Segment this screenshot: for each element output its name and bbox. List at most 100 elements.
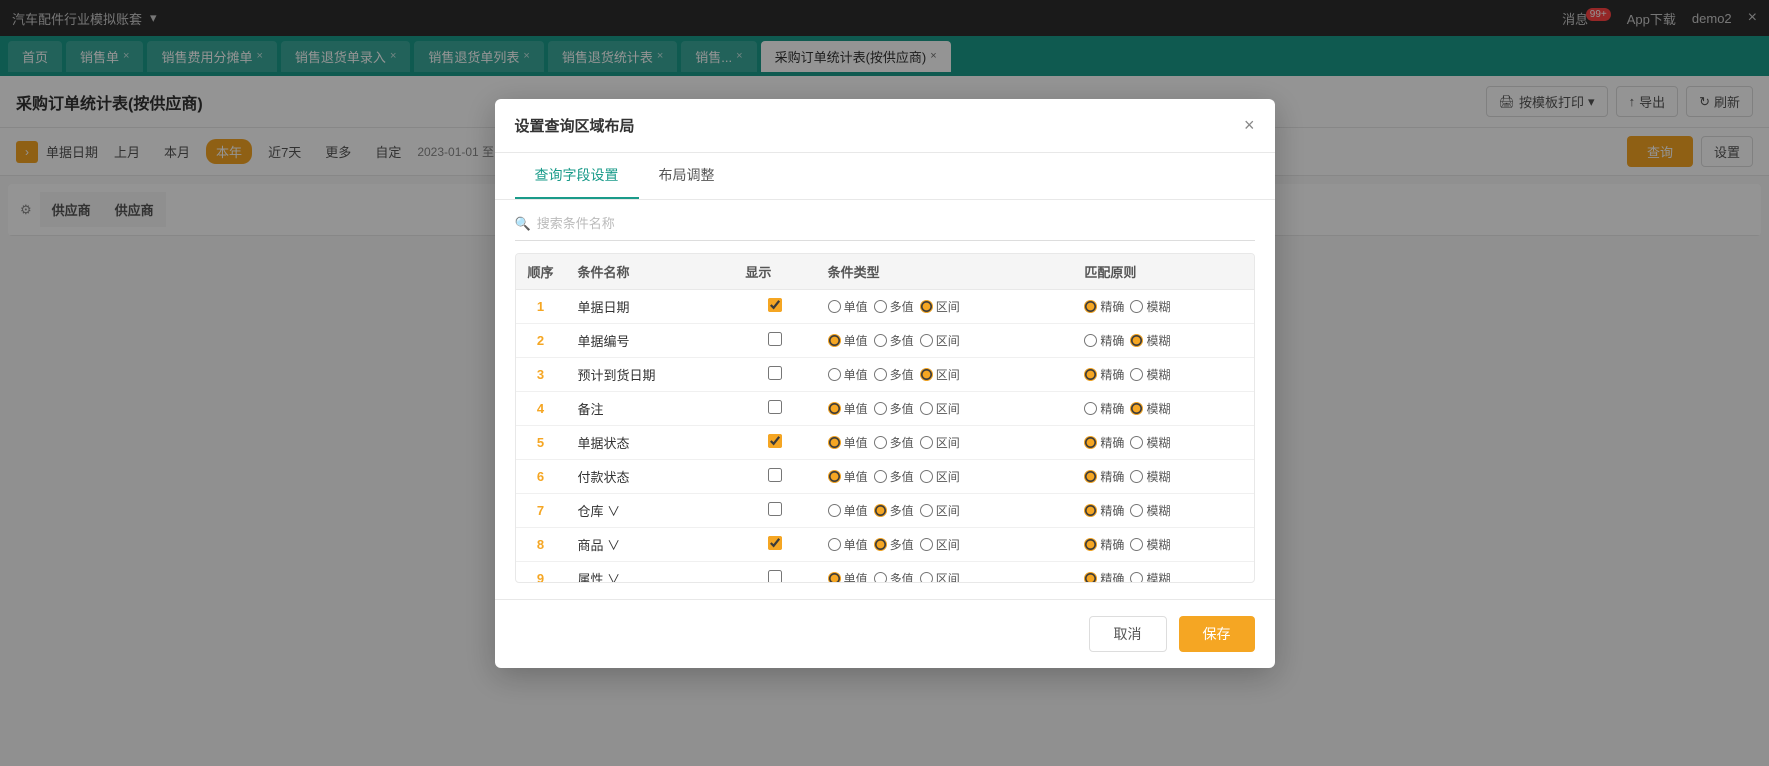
type-radio-label[interactable]: 多值 (874, 570, 914, 583)
display-checkbox[interactable] (768, 366, 782, 380)
save-button[interactable]: 保存 (1179, 616, 1255, 652)
match-radio[interactable] (1130, 402, 1143, 415)
type-radio[interactable] (920, 368, 933, 381)
row-display[interactable] (733, 493, 815, 527)
display-checkbox[interactable] (768, 434, 782, 448)
display-checkbox[interactable] (768, 468, 782, 482)
match-radio[interactable] (1084, 470, 1097, 483)
type-radio-label[interactable]: 多值 (874, 298, 914, 315)
match-radio-label[interactable]: 模糊 (1130, 366, 1170, 383)
match-radio[interactable] (1130, 470, 1143, 483)
match-radio[interactable] (1084, 368, 1097, 381)
match-radio-label[interactable]: 精确 (1084, 332, 1124, 349)
type-radio-label[interactable]: 区间 (920, 366, 960, 383)
type-radio[interactable] (920, 402, 933, 415)
row-display[interactable] (733, 527, 815, 561)
cancel-button[interactable]: 取消 (1089, 616, 1167, 652)
type-radio-label[interactable]: 区间 (920, 468, 960, 485)
match-radio-label[interactable]: 模糊 (1130, 570, 1170, 583)
type-radio-label[interactable]: 多值 (874, 332, 914, 349)
display-checkbox[interactable] (768, 298, 782, 312)
match-radio-label[interactable]: 精确 (1084, 502, 1124, 519)
match-radio-label[interactable]: 模糊 (1130, 468, 1170, 485)
match-radio[interactable] (1084, 504, 1097, 517)
match-radio-label[interactable]: 模糊 (1130, 298, 1170, 315)
type-radio[interactable] (874, 538, 887, 551)
match-radio[interactable] (1084, 538, 1097, 551)
type-radio[interactable] (920, 470, 933, 483)
type-radio-label[interactable]: 单值 (828, 502, 868, 519)
row-type[interactable]: 单值多值区间 (816, 289, 1073, 323)
match-radio[interactable] (1130, 436, 1143, 449)
match-radio-label[interactable]: 精确 (1084, 536, 1124, 553)
search-input[interactable] (537, 216, 737, 231)
row-type[interactable]: 单值多值区间 (816, 561, 1073, 583)
type-radio[interactable] (874, 572, 887, 583)
match-radio[interactable] (1130, 504, 1143, 517)
type-radio-label[interactable]: 多值 (874, 502, 914, 519)
type-radio-label[interactable]: 单值 (828, 468, 868, 485)
type-radio[interactable] (828, 504, 841, 517)
row-type[interactable]: 单值多值区间 (816, 527, 1073, 561)
display-checkbox[interactable] (768, 570, 782, 583)
row-display[interactable] (733, 323, 815, 357)
match-radio-label[interactable]: 精确 (1084, 400, 1124, 417)
row-type[interactable]: 单值多值区间 (816, 391, 1073, 425)
type-radio[interactable] (920, 572, 933, 583)
row-type[interactable]: 单值多值区间 (816, 323, 1073, 357)
type-radio-label[interactable]: 区间 (920, 298, 960, 315)
type-radio[interactable] (874, 402, 887, 415)
type-radio[interactable] (828, 538, 841, 551)
type-radio[interactable] (920, 334, 933, 347)
match-radio-label[interactable]: 精确 (1084, 468, 1124, 485)
match-radio-label[interactable]: 模糊 (1130, 332, 1170, 349)
match-radio[interactable] (1084, 572, 1097, 583)
type-radio-label[interactable]: 单值 (828, 298, 868, 315)
match-radio-label[interactable]: 模糊 (1130, 536, 1170, 553)
match-radio[interactable] (1084, 300, 1097, 313)
type-radio-label[interactable]: 区间 (920, 570, 960, 583)
row-display[interactable] (733, 289, 815, 323)
match-radio-label[interactable]: 精确 (1084, 366, 1124, 383)
row-display[interactable] (733, 391, 815, 425)
type-radio-label[interactable]: 多值 (874, 400, 914, 417)
match-radio-label[interactable]: 模糊 (1130, 502, 1170, 519)
type-radio[interactable] (874, 334, 887, 347)
row-match[interactable]: 精确模糊 (1072, 493, 1253, 527)
dialog-close-button[interactable]: × (1244, 116, 1255, 134)
display-checkbox[interactable] (768, 400, 782, 414)
match-radio[interactable] (1130, 572, 1143, 583)
row-display[interactable] (733, 561, 815, 583)
match-radio[interactable] (1130, 538, 1143, 551)
type-radio-label[interactable]: 多值 (874, 434, 914, 451)
type-radio[interactable] (874, 368, 887, 381)
type-radio[interactable] (828, 402, 841, 415)
row-display[interactable] (733, 459, 815, 493)
type-radio-label[interactable]: 单值 (828, 366, 868, 383)
row-match[interactable]: 精确模糊 (1072, 289, 1253, 323)
match-radio[interactable] (1084, 436, 1097, 449)
type-radio[interactable] (828, 436, 841, 449)
row-display[interactable] (733, 357, 815, 391)
type-radio[interactable] (920, 504, 933, 517)
match-radio-label[interactable]: 模糊 (1130, 400, 1170, 417)
row-type[interactable]: 单值多值区间 (816, 357, 1073, 391)
type-radio[interactable] (920, 436, 933, 449)
row-match[interactable]: 精确模糊 (1072, 527, 1253, 561)
type-radio-label[interactable]: 单值 (828, 570, 868, 583)
type-radio-label[interactable]: 单值 (828, 434, 868, 451)
match-radio[interactable] (1084, 402, 1097, 415)
settings-table-scroll[interactable]: 顺序 条件名称 显示 条件类型 匹配原则 1单据日期单值多值区间精确模糊2单据编… (515, 253, 1255, 583)
type-radio-label[interactable]: 单值 (828, 536, 868, 553)
match-radio-label[interactable]: 精确 (1084, 434, 1124, 451)
row-match[interactable]: 精确模糊 (1072, 391, 1253, 425)
row-match[interactable]: 精确模糊 (1072, 459, 1253, 493)
type-radio-label[interactable]: 单值 (828, 332, 868, 349)
tab-query-fields[interactable]: 查询字段设置 (515, 153, 639, 199)
type-radio[interactable] (828, 300, 841, 313)
tab-layout[interactable]: 布局调整 (639, 153, 735, 199)
match-radio[interactable] (1130, 334, 1143, 347)
type-radio[interactable] (920, 538, 933, 551)
type-radio-label[interactable]: 区间 (920, 332, 960, 349)
row-type[interactable]: 单值多值区间 (816, 493, 1073, 527)
